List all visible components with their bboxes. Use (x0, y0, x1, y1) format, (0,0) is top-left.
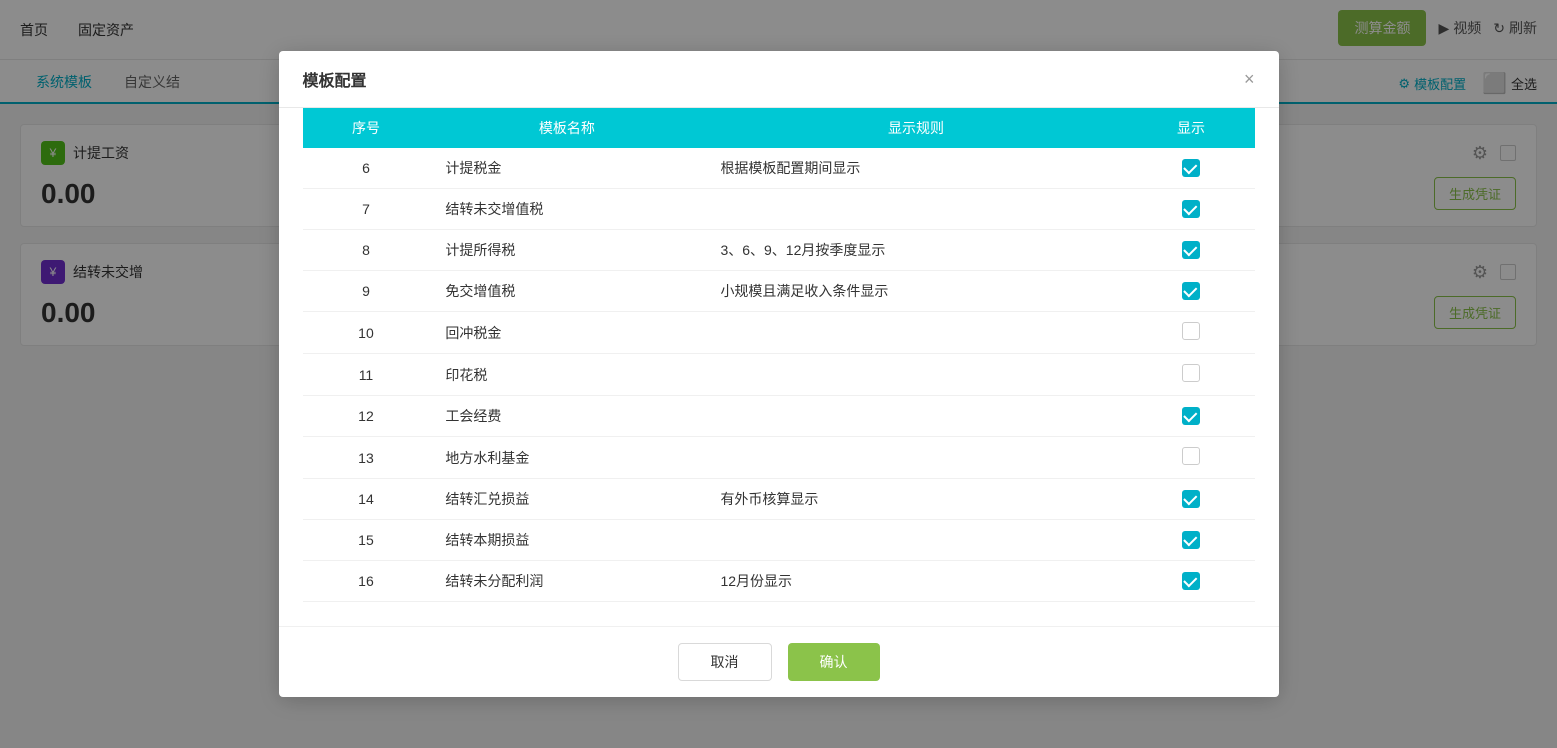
cell-name: 地方水利基金 (429, 437, 704, 479)
cell-index: 13 (303, 437, 430, 479)
cell-checkbox[interactable] (1128, 148, 1255, 189)
checkbox-checked[interactable] (1182, 531, 1200, 549)
cell-index: 10 (303, 312, 430, 354)
cell-rule (704, 437, 1127, 479)
modal-body: 序号 模板名称 显示规则 显示 6计提税金根据模板配置期间显示7结转未交增值税8… (279, 108, 1279, 626)
modal-overlay[interactable]: 模板配置 × 序号 模板名称 显示规则 显示 6计提税金根据模板配置期间显示7结… (0, 0, 1557, 748)
cell-rule (704, 520, 1127, 561)
cell-index: 15 (303, 520, 430, 561)
modal-close-button[interactable]: × (1244, 70, 1255, 88)
cell-rule: 根据模板配置期间显示 (704, 148, 1127, 189)
cell-name: 结转汇兑损益 (429, 479, 704, 520)
cell-name: 结转本期损益 (429, 520, 704, 561)
checkbox-unchecked[interactable] (1182, 447, 1200, 465)
cell-name: 免交增值税 (429, 271, 704, 312)
cell-index: 6 (303, 148, 430, 189)
cell-checkbox[interactable] (1128, 312, 1255, 354)
checkbox-checked[interactable] (1182, 159, 1200, 177)
cell-checkbox[interactable] (1128, 479, 1255, 520)
modal-footer: 取消 确认 (279, 626, 1279, 697)
col-rule: 显示规则 (704, 108, 1127, 148)
cancel-button[interactable]: 取消 (678, 643, 772, 681)
cell-rule (704, 396, 1127, 437)
cell-name: 计提所得税 (429, 230, 704, 271)
cell-rule: 有外币核算显示 (704, 479, 1127, 520)
table-body: 6计提税金根据模板配置期间显示7结转未交增值税8计提所得税3、6、9、12月按季… (303, 148, 1255, 602)
modal-title: 模板配置 (303, 67, 367, 91)
cell-checkbox[interactable] (1128, 396, 1255, 437)
table-row: 14结转汇兑损益有外币核算显示 (303, 479, 1255, 520)
cell-checkbox[interactable] (1128, 189, 1255, 230)
cell-checkbox[interactable] (1128, 271, 1255, 312)
table-row: 6计提税金根据模板配置期间显示 (303, 148, 1255, 189)
cell-rule: 12月份显示 (704, 561, 1127, 602)
cell-rule (704, 189, 1127, 230)
table-row: 13地方水利基金 (303, 437, 1255, 479)
table-head: 序号 模板名称 显示规则 显示 (303, 108, 1255, 148)
cell-checkbox[interactable] (1128, 354, 1255, 396)
table-row: 15结转本期损益 (303, 520, 1255, 561)
table-row: 11印花税 (303, 354, 1255, 396)
table-row: 8计提所得税3、6、9、12月按季度显示 (303, 230, 1255, 271)
checkbox-unchecked[interactable] (1182, 364, 1200, 382)
checkbox-checked[interactable] (1182, 572, 1200, 590)
cell-index: 14 (303, 479, 430, 520)
col-index: 序号 (303, 108, 430, 148)
modal-header: 模板配置 × (279, 51, 1279, 108)
cell-name: 工会经费 (429, 396, 704, 437)
table-row: 10回冲税金 (303, 312, 1255, 354)
config-table: 序号 模板名称 显示规则 显示 6计提税金根据模板配置期间显示7结转未交增值税8… (303, 108, 1255, 602)
col-name: 模板名称 (429, 108, 704, 148)
table-row: 12工会经费 (303, 396, 1255, 437)
cell-index: 9 (303, 271, 430, 312)
checkbox-checked[interactable] (1182, 282, 1200, 300)
checkbox-checked[interactable] (1182, 490, 1200, 508)
checkbox-checked[interactable] (1182, 241, 1200, 259)
table-row: 9免交增值税小规模且满足收入条件显示 (303, 271, 1255, 312)
checkbox-checked[interactable] (1182, 200, 1200, 218)
cell-name: 回冲税金 (429, 312, 704, 354)
cell-checkbox[interactable] (1128, 520, 1255, 561)
cell-index: 12 (303, 396, 430, 437)
table-row: 16结转未分配利润12月份显示 (303, 561, 1255, 602)
confirm-button[interactable]: 确认 (788, 643, 880, 681)
cell-checkbox[interactable] (1128, 437, 1255, 479)
cell-rule: 小规模且满足收入条件显示 (704, 271, 1127, 312)
cell-rule (704, 354, 1127, 396)
cell-rule: 3、6、9、12月按季度显示 (704, 230, 1127, 271)
cell-checkbox[interactable] (1128, 561, 1255, 602)
cell-rule (704, 312, 1127, 354)
cell-name: 计提税金 (429, 148, 704, 189)
cell-name: 结转未交增值税 (429, 189, 704, 230)
table-row: 7结转未交增值税 (303, 189, 1255, 230)
cell-index: 7 (303, 189, 430, 230)
modal-template-config: 模板配置 × 序号 模板名称 显示规则 显示 6计提税金根据模板配置期间显示7结… (279, 51, 1279, 697)
checkbox-unchecked[interactable] (1182, 322, 1200, 340)
cell-name: 结转未分配利润 (429, 561, 704, 602)
cell-index: 11 (303, 354, 430, 396)
col-display: 显示 (1128, 108, 1255, 148)
cell-index: 8 (303, 230, 430, 271)
cell-checkbox[interactable] (1128, 230, 1255, 271)
cell-name: 印花税 (429, 354, 704, 396)
cell-index: 16 (303, 561, 430, 602)
checkbox-checked[interactable] (1182, 407, 1200, 425)
